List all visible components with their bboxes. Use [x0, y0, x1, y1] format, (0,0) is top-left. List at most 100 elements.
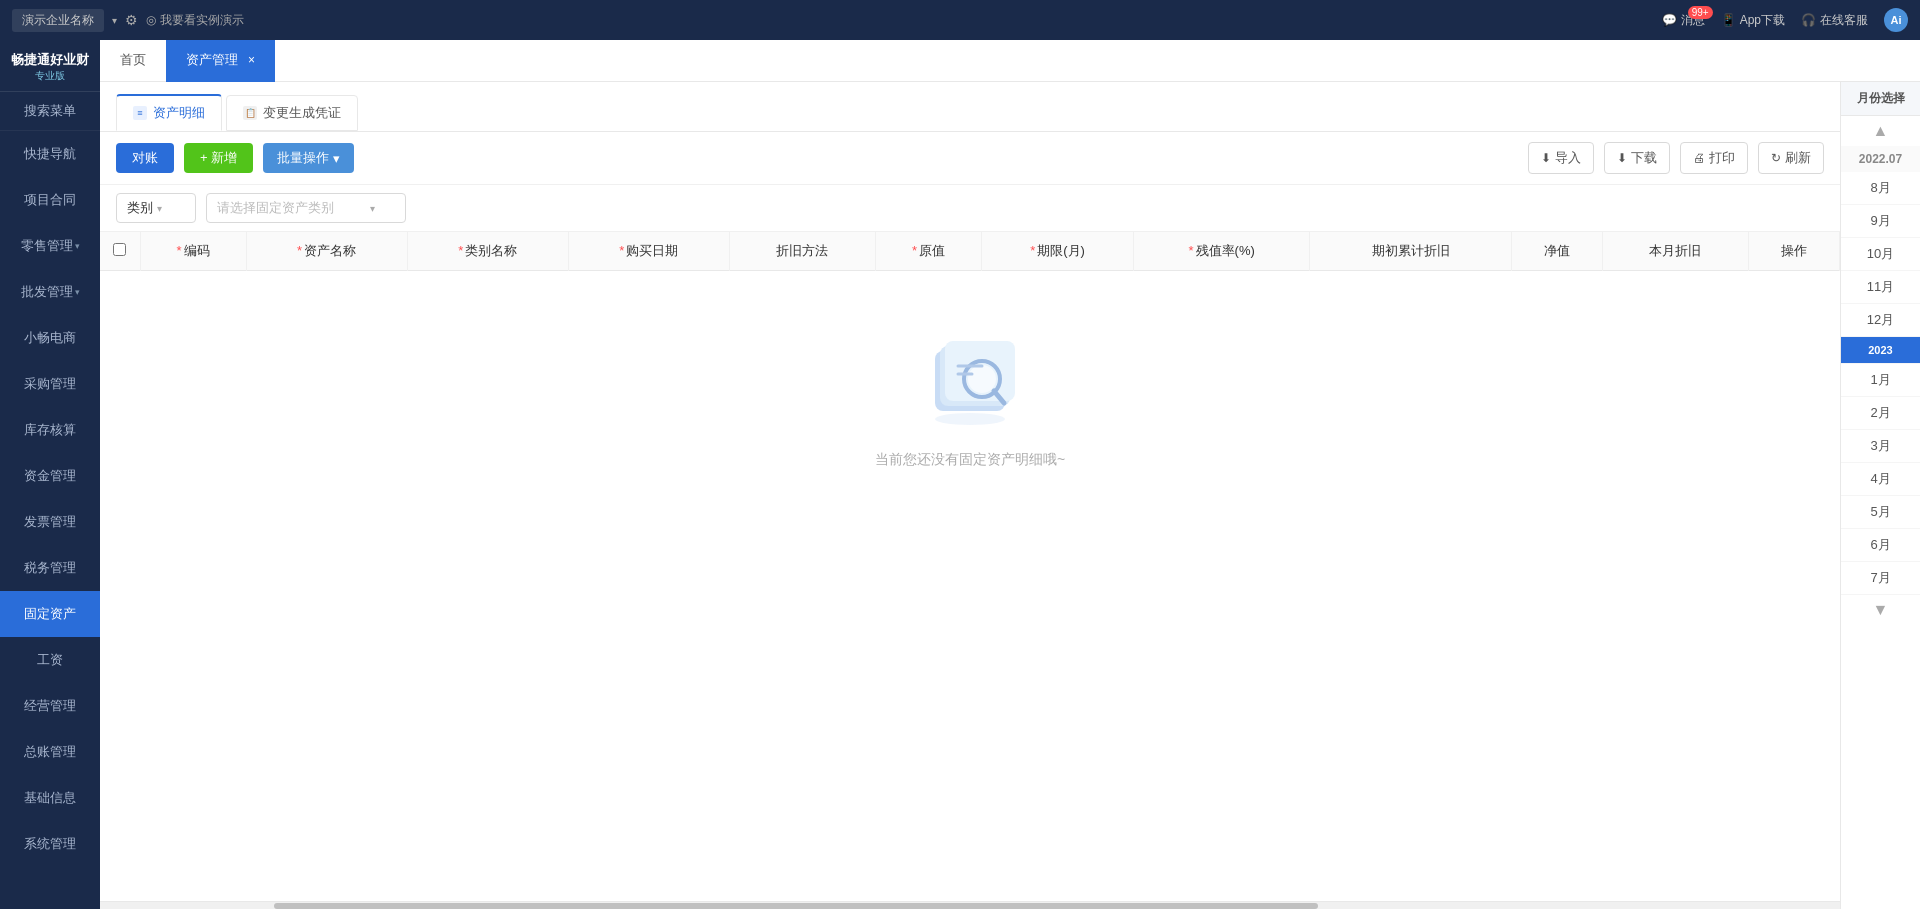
reconcile-button[interactable]: 对账 [116, 143, 174, 173]
month-selector-header: 月份选择 [1841, 82, 1920, 116]
user-avatar[interactable]: Ai [1884, 8, 1908, 32]
demo-link[interactable]: ◎ 我要看实例演示 [146, 12, 244, 29]
print-button[interactable]: 🖨 打印 [1680, 142, 1748, 174]
wholesale-mgmt-label: 批发管理 [21, 283, 73, 301]
month-item-nov[interactable]: 11月 [1841, 271, 1920, 304]
select-all-checkbox[interactable] [113, 243, 126, 256]
month-item-jul[interactable]: 7月 [1841, 562, 1920, 595]
empty-text: 当前您还没有固定资产明细哦~ [875, 451, 1065, 469]
refresh-icon: ↻ [1771, 151, 1781, 165]
month-nav-up[interactable]: ▲ [1841, 116, 1920, 146]
demo-link-text: 我要看实例演示 [160, 12, 244, 29]
add-new-button[interactable]: + 新增 [184, 143, 253, 173]
company-dropdown-arrow[interactable]: ▾ [112, 15, 117, 26]
sidebar-item-search-menu[interactable]: 搜索菜单 [0, 92, 100, 131]
online-service-button[interactable]: 🎧 在线客服 [1801, 12, 1868, 29]
sub-tab-change-voucher[interactable]: 📋 变更生成凭证 [226, 95, 358, 131]
month-item-mar[interactable]: 3月 [1841, 430, 1920, 463]
sidebar-item-tax[interactable]: 税务管理 [0, 545, 100, 591]
sidebar-item-fixed-assets[interactable]: 固定资产 [0, 591, 100, 637]
online-service-label: 在线客服 [1820, 12, 1868, 29]
toolbar: 对账 + 新增 批量操作 ▾ ⬇ 导入 ⬇ 下载 [100, 132, 1840, 185]
sidebar-item-basic-info[interactable]: 基础信息 [0, 775, 100, 821]
inventory-label: 库存核算 [24, 421, 76, 439]
sidebar-item-ecommerce[interactable]: 小畅电商 [0, 315, 100, 361]
year-2022-label: 2022.07 [1841, 146, 1920, 172]
app-download-button[interactable]: 📱 App下载 [1721, 12, 1785, 29]
month-item-apr[interactable]: 4月 [1841, 463, 1920, 496]
invoice-label: 发票管理 [24, 513, 76, 531]
month-item-may[interactable]: 5月 [1841, 496, 1920, 529]
message-button[interactable]: 💬 消息 99+ [1662, 12, 1705, 29]
ecommerce-label: 小畅电商 [24, 329, 76, 347]
tab-close-button[interactable]: × [248, 53, 255, 67]
month-item-jan[interactable]: 1月 [1841, 364, 1920, 397]
wholesale-dropdown-icon: ▾ [75, 287, 80, 297]
month-nav-down[interactable]: ▼ [1841, 595, 1920, 625]
sidebar: 畅捷通好业财 专业版 搜索菜单 快捷导航 项目合同 零售管理 ▾ 批发管理 ▾ … [0, 40, 100, 909]
asset-detail-label: 资产明细 [153, 104, 205, 122]
table-header-period-months: 期限(月) [982, 232, 1134, 271]
retail-dropdown-icon: ▾ [75, 241, 80, 251]
print-icon: 🖨 [1693, 151, 1705, 165]
month-item-aug[interactable]: 8月 [1841, 172, 1920, 205]
company-selector[interactable]: 演示企业名称 [12, 9, 104, 32]
sub-tab-asset-detail[interactable]: ≡ 资产明细 [116, 94, 222, 131]
batch-ops-label: 批量操作 [277, 149, 329, 167]
horizontal-scrollbar[interactable] [100, 901, 1840, 909]
category-label: 类别 [127, 199, 153, 217]
sidebar-item-wholesale-mgmt[interactable]: 批发管理 ▾ [0, 269, 100, 315]
tab-home[interactable]: 首页 [100, 40, 166, 82]
table-header-depreciation-method: 折旧方法 [729, 232, 875, 271]
change-voucher-icon: 📋 [243, 106, 257, 120]
refresh-button[interactable]: ↻ 刷新 [1758, 142, 1824, 174]
sidebar-item-purchase-mgmt[interactable]: 采购管理 [0, 361, 100, 407]
sidebar-item-finance[interactable]: 资金管理 [0, 453, 100, 499]
salary-label: 工资 [37, 651, 63, 669]
avatar-text: Ai [1891, 14, 1902, 26]
settings-icon[interactable]: ⚙ [125, 12, 138, 28]
sidebar-item-general-ledger[interactable]: 总账管理 [0, 729, 100, 775]
download-button[interactable]: ⬇ 下载 [1604, 142, 1670, 174]
asset-table: 编码 资产名称 类别名称 购买日期 折旧方法 原值 期限(月) 残值率(%) 期… [100, 232, 1840, 271]
download-icon: ⬇ [1617, 151, 1627, 165]
tab-asset-mgmt[interactable]: 资产管理 × [166, 40, 275, 82]
year-2023-badge: 2023 [1841, 337, 1920, 364]
month-item-oct[interactable]: 10月 [1841, 238, 1920, 271]
month-item-feb[interactable]: 2月 [1841, 397, 1920, 430]
table-header-purchase-date: 购买日期 [568, 232, 729, 271]
app-download-label: App下载 [1740, 12, 1785, 29]
content-area: 首页 资产管理 × ≡ 资产明细 📋 变更生成凭证 [100, 40, 1920, 909]
sidebar-item-salary[interactable]: 工资 [0, 637, 100, 683]
change-voucher-label: 变更生成凭证 [263, 104, 341, 122]
table-header-residual-rate: 残值率(%) [1133, 232, 1309, 271]
sidebar-item-project-contract[interactable]: 项目合同 [0, 177, 100, 223]
month-item-dec[interactable]: 12月 [1841, 304, 1920, 337]
sidebar-item-operations[interactable]: 经营管理 [0, 683, 100, 729]
table-header-original-value: 原值 [876, 232, 982, 271]
demo-icon: ◎ [146, 13, 156, 27]
import-button[interactable]: ⬇ 导入 [1528, 142, 1594, 174]
category-value-select[interactable]: 请选择固定资产类别 ▾ [206, 193, 406, 223]
sidebar-item-invoice[interactable]: 发票管理 [0, 499, 100, 545]
category-type-select[interactable]: 类别 ▾ [116, 193, 196, 223]
batch-ops-button[interactable]: 批量操作 ▾ [263, 143, 354, 173]
refresh-label: 刷新 [1785, 149, 1811, 167]
sidebar-item-inventory[interactable]: 库存核算 [0, 407, 100, 453]
sidebar-item-retail-mgmt[interactable]: 零售管理 ▾ [0, 223, 100, 269]
system-mgmt-label: 系统管理 [24, 835, 76, 853]
empty-state: 当前您还没有固定资产明细哦~ [100, 271, 1840, 529]
tab-asset-mgmt-label: 资产管理 [186, 51, 238, 69]
sidebar-item-system-mgmt[interactable]: 系统管理 [0, 821, 100, 867]
sidebar-item-quick-nav[interactable]: 快捷导航 [0, 131, 100, 177]
import-label: 导入 [1555, 149, 1581, 167]
svg-point-5 [968, 365, 996, 393]
month-item-sep[interactable]: 9月 [1841, 205, 1920, 238]
operations-label: 经营管理 [24, 697, 76, 715]
fixed-assets-label: 固定资产 [24, 605, 76, 623]
page-content: ≡ 资产明细 📋 变更生成凭证 对账 + 新增 批量操作 [100, 82, 1920, 909]
table-header-operations: 操作 [1748, 232, 1839, 271]
month-item-jun[interactable]: 6月 [1841, 529, 1920, 562]
search-menu-label: 搜索菜单 [24, 103, 76, 118]
table-header-net-value: 净值 [1511, 232, 1602, 271]
